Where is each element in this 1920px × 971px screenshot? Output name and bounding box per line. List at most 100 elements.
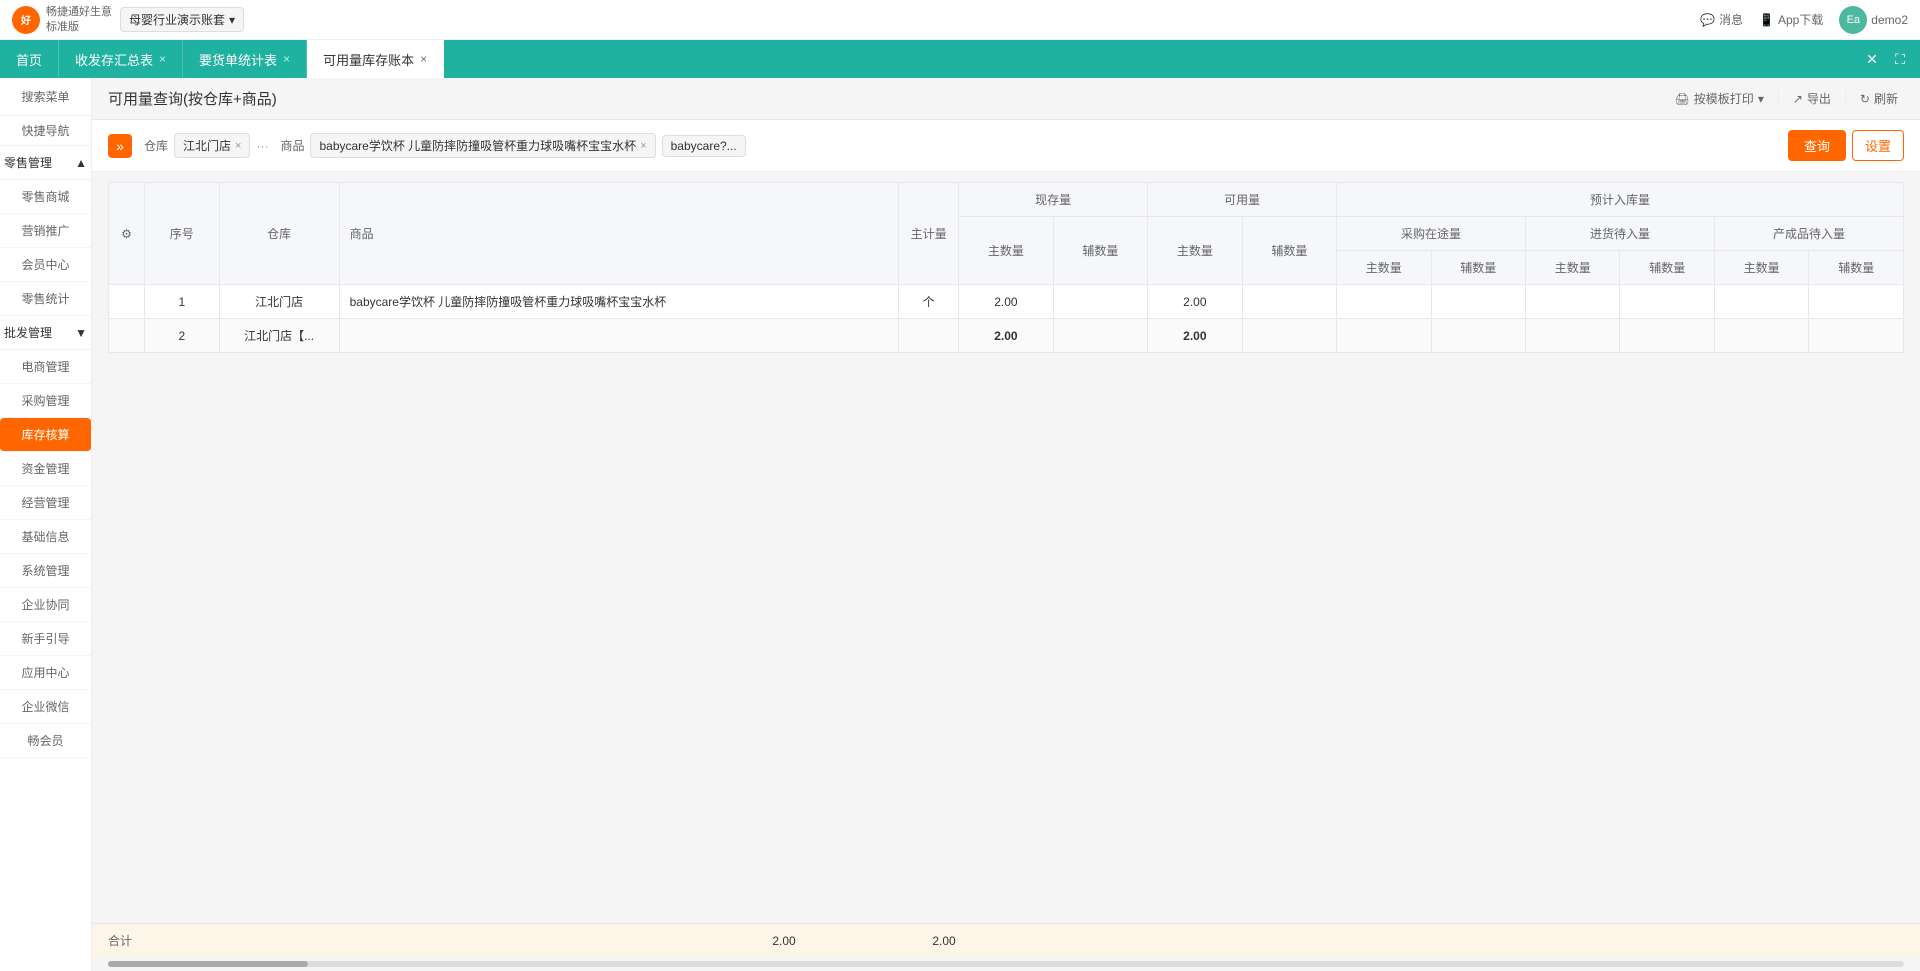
sidebar-item-ecommerce[interactable]: 电商管理 (0, 350, 91, 384)
filter-bar: » 仓库 江北门店 × ··· 商品 babycare学饮杯 儿童防摔防撞吸管杯… (92, 120, 1920, 172)
sidebar-item-retail[interactable]: 零售管理 ▲ (0, 146, 91, 180)
tab-order-stats[interactable]: 要货单统计表 × (183, 40, 307, 78)
tab-close-receipt[interactable]: × (159, 52, 166, 66)
tab-close-all[interactable]: ✕ (1860, 47, 1884, 71)
sidebar-item-purchase[interactable]: 采购管理 (0, 384, 91, 418)
sidebar-item-guide[interactable]: 新手引导 (0, 622, 91, 656)
row2-purchase-aux (1431, 319, 1525, 353)
sidebar-search[interactable]: 搜索菜单 (0, 78, 91, 116)
sidebar-item-basic[interactable]: 基础信息 (0, 520, 91, 554)
row2-avail-aux (1242, 319, 1336, 353)
sidebar-item-retail-stats[interactable]: 零售统计 (0, 282, 91, 316)
divider (1778, 89, 1779, 109)
sidebar-item-wechat[interactable]: 企业微信 (0, 690, 91, 724)
export-btn[interactable]: ↗ 导出 (1787, 86, 1837, 111)
row-inbound-main (1526, 285, 1620, 319)
horizontal-scrollbar[interactable] (92, 957, 1920, 971)
sidebar: 搜索菜单 快捷导航 零售管理 ▲ 零售商城 营销推广 会员中心 零售统计 批发管… (0, 78, 92, 971)
query-button[interactable]: 查询 (1788, 130, 1846, 161)
tab-home[interactable]: 首页 (0, 40, 59, 78)
col-gear: ⚙ (109, 183, 145, 285)
sidebar-item-system[interactable]: 系统管理 (0, 554, 91, 588)
col-current-main: 主数量 (959, 217, 1053, 285)
row2-avail-main: 2.00 (1148, 319, 1242, 353)
col-avail-aux: 辅数量 (1242, 217, 1336, 285)
user-action[interactable]: Ea demo2 (1839, 6, 1908, 34)
row-no: 1 (145, 285, 220, 319)
chevron-icon: ▲ (75, 156, 87, 170)
sidebar-item-ops[interactable]: 经营管理 (0, 486, 91, 520)
sidebar-item-apps[interactable]: 应用中心 (0, 656, 91, 690)
data-table: ⚙ 序号 仓库 商品 主计量 现存量 可用量 预计入库量 主数量 辅数量 主数量… (108, 182, 1904, 353)
top-bar: 好 畅捷通好生意 标准版 母婴行业演示账套 ▾ 💬 消息 📱 App下载 Ea … (0, 0, 1920, 40)
sidebar-item-member2[interactable]: 畅会员 (0, 724, 91, 758)
col-product: 商品 (339, 183, 899, 285)
chevron-down-icon: ▾ (229, 13, 235, 27)
row2-no: 2 (145, 319, 220, 353)
row2-current-aux (1053, 319, 1147, 353)
tab-receipt-summary[interactable]: 收发存汇总表 × (59, 40, 183, 78)
tab-close-order[interactable]: × (283, 52, 290, 66)
table-header-row-1: ⚙ 序号 仓库 商品 主计量 现存量 可用量 预计入库量 (109, 183, 1904, 217)
refresh-icon: ↻ (1860, 92, 1870, 106)
col-purchase: 采购在途量 (1337, 217, 1526, 251)
logo-text: 畅捷通好生意 标准版 (46, 5, 112, 34)
row-production-aux (1809, 285, 1904, 319)
row2-warehouse: 江北门店【... (219, 319, 339, 353)
scrollbar-thumb[interactable] (108, 961, 308, 967)
logo-icon: 好 (12, 6, 40, 34)
export-icon: ↗ (1793, 92, 1803, 106)
col-current-aux: 辅数量 (1053, 217, 1147, 285)
sidebar-item-marketing[interactable]: 营销推广 (0, 214, 91, 248)
footer-avail-main: 2.00 (904, 934, 984, 948)
message-icon: 💬 (1700, 13, 1715, 27)
row2-gear (109, 319, 145, 353)
warehouse-tag-close[interactable]: × (235, 140, 241, 152)
row2-production-main (1714, 319, 1808, 353)
product-tag-2[interactable]: babycare?... (662, 135, 746, 157)
warehouse-label: 仓库 (144, 137, 168, 154)
row2-product (339, 319, 899, 353)
sidebar-item-member[interactable]: 会员中心 (0, 248, 91, 282)
product-tag-1-close[interactable]: × (640, 140, 646, 152)
row-purchase-aux (1431, 285, 1525, 319)
sidebar-item-inventory[interactable]: 库存核算 (0, 418, 91, 452)
col-production-main: 主数量 (1714, 251, 1808, 285)
filter-expand-btn[interactable]: » (108, 134, 132, 158)
row-current-aux (1053, 285, 1147, 319)
table-container: ⚙ 序号 仓库 商品 主计量 现存量 可用量 预计入库量 主数量 辅数量 主数量… (92, 172, 1920, 923)
sidebar-item-collab[interactable]: 企业协同 (0, 588, 91, 622)
row-inbound-aux (1620, 285, 1714, 319)
divider2 (1845, 89, 1846, 109)
sidebar-item-finance[interactable]: 资金管理 (0, 452, 91, 486)
col-avail-main: 主数量 (1148, 217, 1242, 285)
template-print-btn[interactable]: 🖨 按模板打印 ▾ (1669, 86, 1770, 111)
warehouse-more[interactable]: ··· (256, 139, 268, 153)
col-current-stock: 现存量 (959, 183, 1148, 217)
tab-fullscreen[interactable]: ⛶ (1888, 47, 1912, 71)
product-tag-1[interactable]: babycare学饮杯 儿童防摔防撞吸管杯重力球吸嘴杯宝宝水杯 × (310, 133, 655, 158)
warehouse-tag[interactable]: 江北门店 × (174, 133, 250, 158)
col-production-aux: 辅数量 (1809, 251, 1904, 285)
refresh-btn[interactable]: ↻ 刷新 (1854, 86, 1904, 111)
row2-inbound-main (1526, 319, 1620, 353)
sidebar-item-wholesale[interactable]: 批发管理 ▼ (0, 316, 91, 350)
app-download-action[interactable]: 📱 App下载 (1759, 11, 1823, 28)
col-unit: 主计量 (899, 183, 959, 285)
col-inbound-main: 主数量 (1526, 251, 1620, 285)
message-action[interactable]: 💬 消息 (1700, 11, 1743, 28)
row-warehouse: 江北门店 (219, 285, 339, 319)
page-header: 可用量查询(按仓库+商品) 🖨 按模板打印 ▾ ↗ 导出 ↻ 刷新 (92, 78, 1920, 120)
row2-production-aux (1809, 319, 1904, 353)
tab-bar: 首页 收发存汇总表 × 要货单统计表 × 可用量库存账本 × ✕ ⛶ (0, 40, 1920, 78)
footer-current-main: 2.00 (744, 934, 824, 948)
row-purchase-main (1337, 285, 1431, 319)
chevron-down-icon: ▼ (75, 326, 87, 340)
table-footer: 合计 2.00 2.00 (92, 923, 1920, 957)
account-dropdown[interactable]: 母婴行业演示账套 ▾ (120, 7, 244, 32)
sidebar-item-retail-mall[interactable]: 零售商城 (0, 180, 91, 214)
tab-available-stock[interactable]: 可用量库存账本 × (307, 40, 444, 78)
tab-close-stock[interactable]: × (420, 52, 427, 66)
settings-button[interactable]: 设置 (1852, 130, 1904, 161)
sidebar-quick-nav[interactable]: 快捷导航 (0, 116, 91, 146)
